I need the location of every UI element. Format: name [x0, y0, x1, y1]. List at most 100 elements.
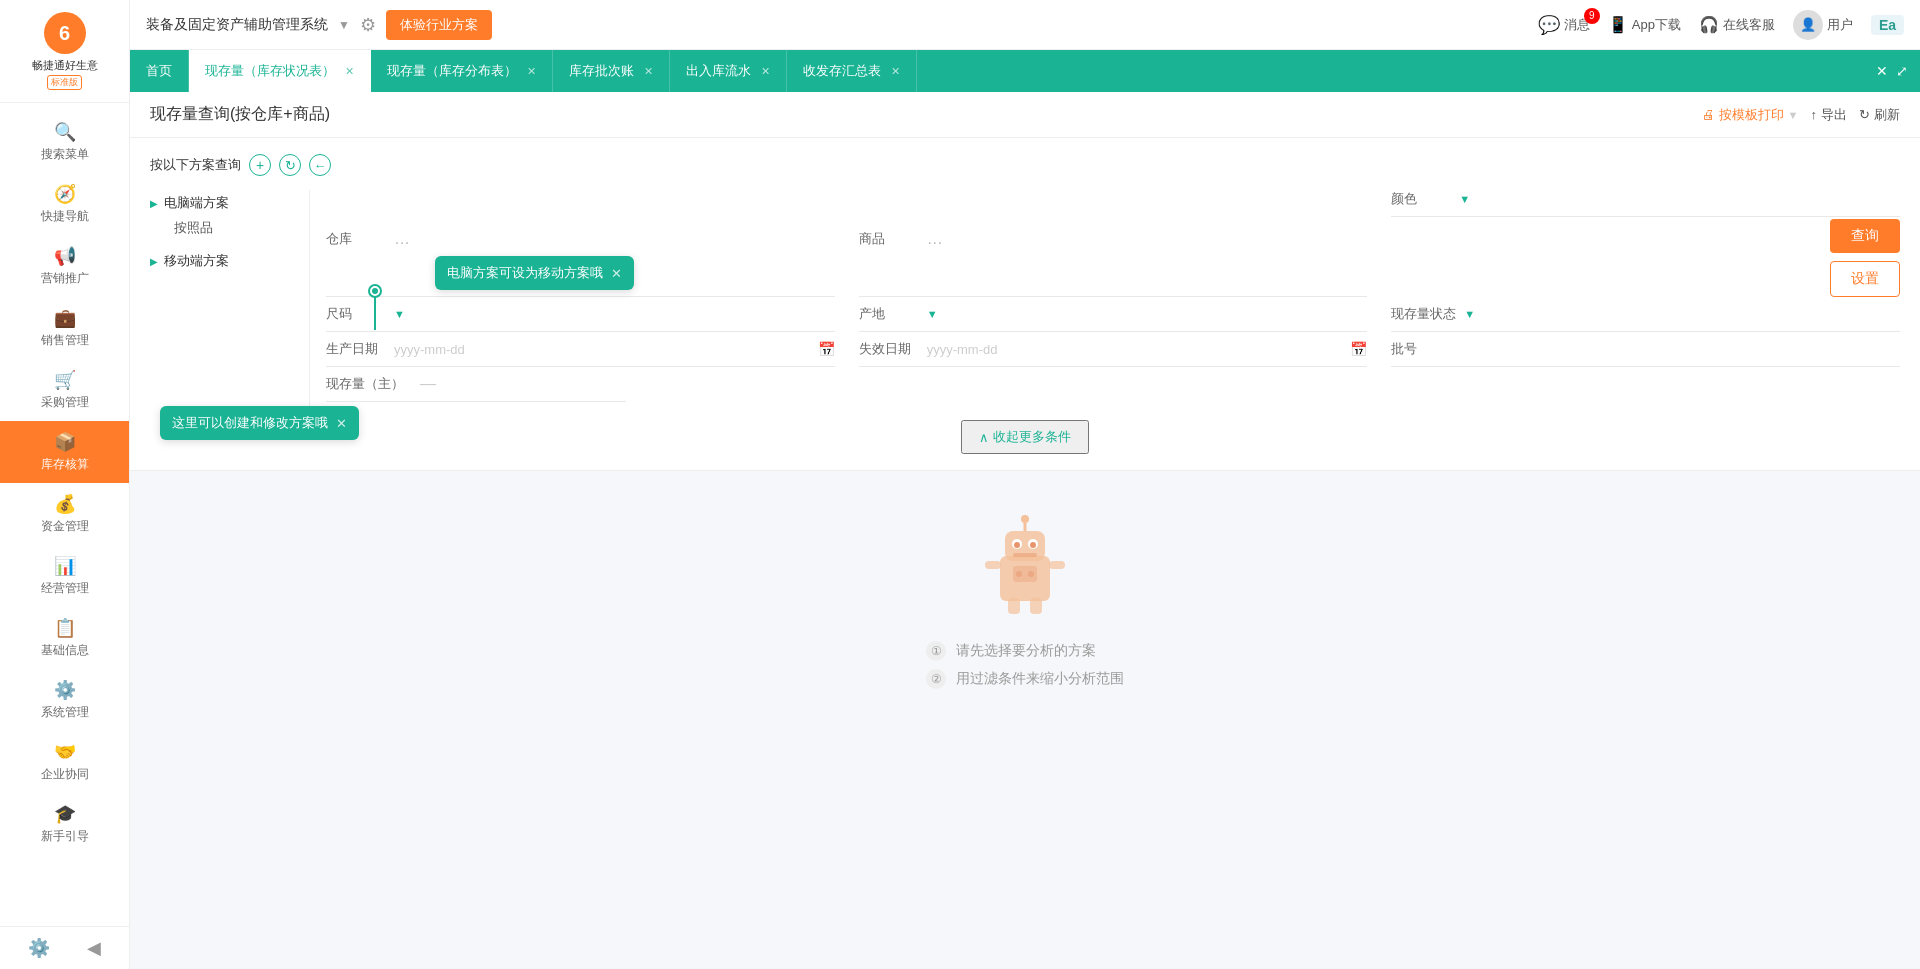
reset-btn[interactable]: 设置: [1830, 261, 1900, 297]
sidebar-item-inventory[interactable]: 📦 库存核算: [0, 421, 129, 483]
tab-batch-account[interactable]: 库存批次账 ✕: [553, 50, 670, 92]
color-dropdown-icon[interactable]: ▼: [1459, 193, 1470, 205]
size-dropdown-icon[interactable]: ▼: [394, 308, 405, 320]
add-scheme-btn[interactable]: +: [249, 154, 271, 176]
filter-color: 颜色 ▼: [1391, 190, 1900, 217]
tab-close-inout-flow[interactable]: ✕: [761, 65, 770, 78]
sidebar-item-basic[interactable]: 📋 基础信息: [0, 607, 129, 669]
settings-gear-icon[interactable]: ⚙: [360, 14, 376, 36]
empty-step-1: ① 请先选择要分析的方案: [926, 641, 1124, 661]
tab-inventory-dist[interactable]: 现存量（库存分布表） ✕: [371, 50, 553, 92]
origin-label: 产地: [859, 305, 919, 323]
warehouse-label: 仓库: [326, 230, 386, 248]
tab-inout-flow[interactable]: 出入库流水 ✕: [670, 50, 787, 92]
mobile-scheme-tooltip: 电脑方案可设为移动方案哦 ✕: [435, 256, 634, 290]
refresh-btn[interactable]: ↻ 刷新: [1859, 106, 1900, 124]
sidebar-item-enterprise[interactable]: 🤝 企业协同: [0, 731, 129, 793]
scheme-pc-sub[interactable]: 按照品: [150, 216, 297, 240]
tab-receive-total[interactable]: 收发存汇总表 ✕: [787, 50, 917, 92]
svg-rect-11: [1008, 598, 1020, 614]
page-title: 现存量查询(按仓库+商品): [150, 104, 330, 125]
filter-label: 按以下方案查询: [150, 156, 241, 174]
template-print-btn[interactable]: 🖨 按模板打印 ▼: [1702, 106, 1799, 124]
size-control: ▼: [394, 308, 835, 320]
arrow-scheme-btn[interactable]: ←: [309, 154, 331, 176]
purchase-icon: 🛒: [54, 369, 76, 391]
search-icon: 🔍: [54, 121, 76, 143]
tooltip-create-close[interactable]: ✕: [336, 416, 347, 431]
ea-badge: Ea: [1871, 15, 1904, 35]
production-date-input[interactable]: yyyy-mm-dd: [394, 342, 818, 357]
production-date-calendar-icon[interactable]: 📅: [818, 341, 835, 357]
sidebar-item-marketing[interactable]: 📢 营销推广: [0, 235, 129, 297]
tab-close-inventory-status[interactable]: ✕: [345, 65, 354, 78]
topbar-left: 装备及固定资产辅助管理系统 ▼ ⚙ 体验行业方案: [146, 10, 492, 40]
filter-row-3: 生产日期 yyyy-mm-dd 📅 失效日期 yyyy-mm-dd 📅: [326, 340, 1900, 367]
sidebar-item-search[interactable]: 🔍 搜索菜单: [0, 111, 129, 173]
expiry-date-label: 失效日期: [859, 340, 919, 358]
svg-point-5: [1030, 542, 1036, 548]
empty-illustration: [975, 511, 1075, 625]
stock-status-dropdown-icon[interactable]: ▼: [1464, 308, 1475, 320]
tooltip-connector: [370, 286, 380, 330]
tooltip-scheme-close[interactable]: ✕: [611, 266, 622, 281]
sidebar: 6 畅捷通好生意 标准版 🔍 搜索菜单 🧭 快捷导航 📢 营销推广 💼 销售管理…: [0, 0, 130, 969]
basic-icon: 📋: [54, 617, 76, 639]
tab-home[interactable]: 首页: [130, 50, 189, 92]
print-icon: 🖨: [1702, 107, 1715, 122]
goods-more-btn[interactable]: …: [927, 230, 943, 248]
tab-inventory-status[interactable]: 现存量（库存状况表） ✕: [189, 50, 371, 92]
filter-production-date: 生产日期 yyyy-mm-dd 📅: [326, 340, 835, 367]
search-btn[interactable]: 查询: [1830, 219, 1900, 253]
stock-status-control: ▼: [1464, 308, 1900, 320]
maximize-icon[interactable]: ⤢: [1896, 63, 1908, 79]
collapse-area: ∧ 收起更多条件: [150, 420, 1900, 454]
color-control: ▼: [1459, 193, 1900, 205]
close-all-tabs-icon[interactable]: ✕: [1876, 63, 1888, 79]
tab-close-inventory-dist[interactable]: ✕: [527, 65, 536, 78]
finance-icon: 💰: [54, 493, 76, 515]
sidebar-nav: 🔍 搜索菜单 🧭 快捷导航 📢 营销推广 💼 销售管理 🛒 采购管理 📦 库存核…: [0, 103, 129, 926]
sidebar-item-purchase[interactable]: 🛒 采购管理: [0, 359, 129, 421]
collapse-btn[interactable]: ∧ 收起更多条件: [961, 420, 1089, 454]
filter-batch: 批号: [1391, 340, 1900, 367]
refresh-scheme-btn[interactable]: ↻: [279, 154, 301, 176]
sidebar-item-system[interactable]: ⚙️ 系统管理: [0, 669, 129, 731]
user-menu[interactable]: 👤 用户: [1793, 10, 1853, 40]
messages-btn[interactable]: 💬 9 消息: [1538, 14, 1590, 36]
sidebar-item-sales[interactable]: 💼 销售管理: [0, 297, 129, 359]
tabbar-end: ✕ ⤢: [1864, 50, 1920, 92]
export-btn[interactable]: ↑ 导出: [1811, 106, 1848, 124]
warehouse-more-btn[interactable]: …: [394, 230, 410, 248]
stock-status-label: 现存量状态: [1391, 305, 1456, 323]
sidebar-item-guide[interactable]: 🎓 新手引导: [0, 793, 129, 855]
expiry-date-calendar-icon[interactable]: 📅: [1350, 341, 1367, 357]
topbar-dropdown-icon[interactable]: ▼: [338, 18, 350, 32]
sidebar-item-finance[interactable]: 💰 资金管理: [0, 483, 129, 545]
tab-close-receive-total[interactable]: ✕: [891, 65, 900, 78]
settings-icon[interactable]: ⚙️: [28, 937, 50, 959]
expiry-date-input[interactable]: yyyy-mm-dd: [927, 342, 1351, 357]
app-download-btn[interactable]: 📱 App下载: [1608, 15, 1681, 34]
sidebar-item-quick[interactable]: 🧭 快捷导航: [0, 173, 129, 235]
user-avatar: 👤: [1793, 10, 1823, 40]
inventory-icon: 📦: [54, 431, 76, 453]
sidebar-logo: 6 畅捷通好生意 标准版: [0, 0, 129, 103]
filter-color-search: 颜色 ▼ 查询 设置: [1391, 190, 1900, 297]
production-date-label: 生产日期: [326, 340, 386, 358]
svg-rect-10: [1049, 561, 1065, 569]
svg-point-7: [1021, 515, 1029, 523]
origin-dropdown-icon[interactable]: ▼: [927, 308, 938, 320]
main-area: 装备及固定资产辅助管理系统 ▼ ⚙ 体验行业方案 💬 9 消息 📱 App下载 …: [130, 0, 1920, 969]
experience-btn[interactable]: 体验行业方案: [386, 10, 492, 40]
collapse-sidebar-icon[interactable]: ◀: [87, 937, 101, 959]
expiry-date-control: yyyy-mm-dd 📅: [927, 341, 1368, 357]
scheme-pc[interactable]: ▶ 电脑端方案: [150, 190, 297, 216]
scheme-mobile[interactable]: ▶ 移动端方案: [150, 248, 297, 274]
online-service-btn[interactable]: 🎧 在线客服: [1699, 15, 1775, 34]
batch-label: 批号: [1391, 340, 1451, 358]
svg-point-4: [1014, 542, 1020, 548]
sidebar-item-operation[interactable]: 📊 经营管理: [0, 545, 129, 607]
tab-close-batch-account[interactable]: ✕: [644, 65, 653, 78]
svg-rect-8: [1013, 553, 1037, 557]
